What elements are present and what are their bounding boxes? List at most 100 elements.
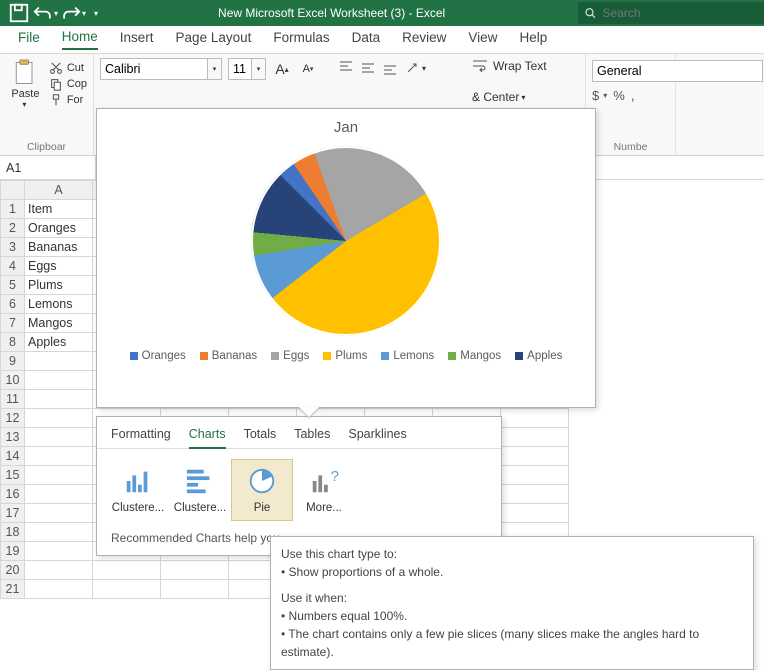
row-header-18[interactable]: 18	[1, 523, 25, 542]
align-top-icon[interactable]	[336, 58, 356, 78]
paste-button[interactable]: Paste ▾	[6, 58, 45, 109]
wrap-text-button[interactable]: Wrap Text	[472, 58, 547, 74]
tab-view[interactable]: View	[468, 30, 497, 49]
shrink-font-icon[interactable]: A▾	[298, 59, 318, 79]
cell-A6[interactable]: Lemons	[25, 295, 93, 314]
qa-option-clustered-column[interactable]: Clustere...	[107, 459, 169, 521]
search-box[interactable]	[578, 2, 764, 24]
cell-C20[interactable]	[161, 561, 229, 580]
row-header-14[interactable]: 14	[1, 447, 25, 466]
merge-center-button[interactable]: & Center	[472, 90, 519, 104]
format-painter-button[interactable]: For	[49, 93, 87, 107]
qa-option-pie[interactable]: Pie	[231, 459, 293, 521]
percent-icon[interactable]: %	[613, 88, 625, 103]
tab-data[interactable]: Data	[352, 30, 381, 49]
row-header-1[interactable]: 1	[1, 200, 25, 219]
align-bottom-icon[interactable]	[380, 58, 400, 78]
cell-A15[interactable]	[25, 466, 93, 485]
cell-H14[interactable]	[501, 447, 569, 466]
qa-tab-sparklines[interactable]: Sparklines	[348, 427, 406, 448]
tab-file[interactable]: File	[18, 30, 40, 49]
tab-help[interactable]: Help	[519, 30, 547, 49]
row-header-6[interactable]: 6	[1, 295, 25, 314]
cell-B20[interactable]	[93, 561, 161, 580]
qa-option-clustered-bar[interactable]: Clustere...	[169, 459, 231, 521]
row-header-2[interactable]: 2	[1, 219, 25, 238]
cell-H16[interactable]	[501, 485, 569, 504]
qat-customize[interactable]: ▾	[94, 9, 98, 18]
cell-A13[interactable]	[25, 428, 93, 447]
number-format-combo[interactable]	[592, 60, 669, 82]
cell-A14[interactable]	[25, 447, 93, 466]
cell-A21[interactable]	[25, 580, 93, 599]
align-middle-icon[interactable]	[358, 58, 378, 78]
tab-insert[interactable]: Insert	[120, 30, 154, 49]
cell-H12[interactable]	[501, 409, 569, 428]
qa-tab-formatting[interactable]: Formatting	[111, 427, 171, 448]
cell-C21[interactable]	[161, 580, 229, 599]
grow-font-icon[interactable]: A▴	[272, 59, 292, 79]
comma-icon[interactable]: ,	[631, 88, 635, 103]
cell-A7[interactable]: Mangos	[25, 314, 93, 333]
tab-pagelayout[interactable]: Page Layout	[176, 30, 252, 49]
row-header-8[interactable]: 8	[1, 333, 25, 352]
tab-formulas[interactable]: Formulas	[273, 30, 329, 49]
tab-home[interactable]: Home	[62, 29, 98, 50]
row-header-7[interactable]: 7	[1, 314, 25, 333]
redo-dropdown[interactable]: ▾	[82, 9, 86, 18]
undo-dropdown[interactable]: ▾	[54, 9, 58, 18]
legend-item-apples: Apples	[515, 350, 562, 362]
qa-tab-totals[interactable]: Totals	[244, 427, 277, 448]
cell-A17[interactable]	[25, 504, 93, 523]
cell-A5[interactable]: Plums	[25, 276, 93, 295]
row-header-20[interactable]: 20	[1, 561, 25, 580]
cell-A10[interactable]	[25, 371, 93, 390]
cell-A12[interactable]	[25, 409, 93, 428]
row-header-21[interactable]: 21	[1, 580, 25, 599]
redo-icon[interactable]	[60, 2, 82, 24]
row-header-16[interactable]: 16	[1, 485, 25, 504]
group-number: $▾ % , Numbe	[586, 54, 676, 155]
copy-button[interactable]: Cop	[49, 77, 87, 91]
cell-A19[interactable]	[25, 542, 93, 561]
cell-H17[interactable]	[501, 504, 569, 523]
row-header-13[interactable]: 13	[1, 428, 25, 447]
row-header-4[interactable]: 4	[1, 257, 25, 276]
row-header-15[interactable]: 15	[1, 466, 25, 485]
cell-B21[interactable]	[93, 580, 161, 599]
currency-icon[interactable]: $	[592, 88, 599, 103]
name-box[interactable]: A1	[0, 156, 96, 179]
row-header-17[interactable]: 17	[1, 504, 25, 523]
cell-A9[interactable]	[25, 352, 93, 371]
row-header-5[interactable]: 5	[1, 276, 25, 295]
search-input[interactable]	[603, 6, 758, 20]
cell-A8[interactable]: Apples	[25, 333, 93, 352]
undo-icon[interactable]	[32, 2, 54, 24]
qa-tab-charts[interactable]: Charts	[189, 427, 226, 449]
save-icon[interactable]	[8, 2, 30, 24]
row-header-11[interactable]: 11	[1, 390, 25, 409]
cell-A18[interactable]	[25, 523, 93, 542]
row-header-19[interactable]: 19	[1, 542, 25, 561]
cut-button[interactable]: Cut	[49, 61, 87, 75]
font-name-combo[interactable]: ▾	[100, 58, 222, 80]
row-header-12[interactable]: 12	[1, 409, 25, 428]
cell-A2[interactable]: Oranges	[25, 219, 93, 238]
font-size-combo[interactable]: ▾	[228, 58, 266, 80]
cell-A3[interactable]: Bananas	[25, 238, 93, 257]
cell-A11[interactable]	[25, 390, 93, 409]
tab-review[interactable]: Review	[402, 30, 446, 49]
orientation-icon[interactable]	[402, 58, 422, 78]
row-header-3[interactable]: 3	[1, 238, 25, 257]
cell-A4[interactable]: Eggs	[25, 257, 93, 276]
cell-A20[interactable]	[25, 561, 93, 580]
qa-tab-tables[interactable]: Tables	[294, 427, 330, 448]
cell-A16[interactable]	[25, 485, 93, 504]
row-header-9[interactable]: 9	[1, 352, 25, 371]
qa-option-more[interactable]: ? More...	[293, 459, 355, 521]
row-header-10[interactable]: 10	[1, 371, 25, 390]
cell-H15[interactable]	[501, 466, 569, 485]
cell-A1[interactable]: Item	[25, 200, 93, 219]
col-header-A[interactable]: A	[25, 181, 93, 200]
cell-H13[interactable]	[501, 428, 569, 447]
